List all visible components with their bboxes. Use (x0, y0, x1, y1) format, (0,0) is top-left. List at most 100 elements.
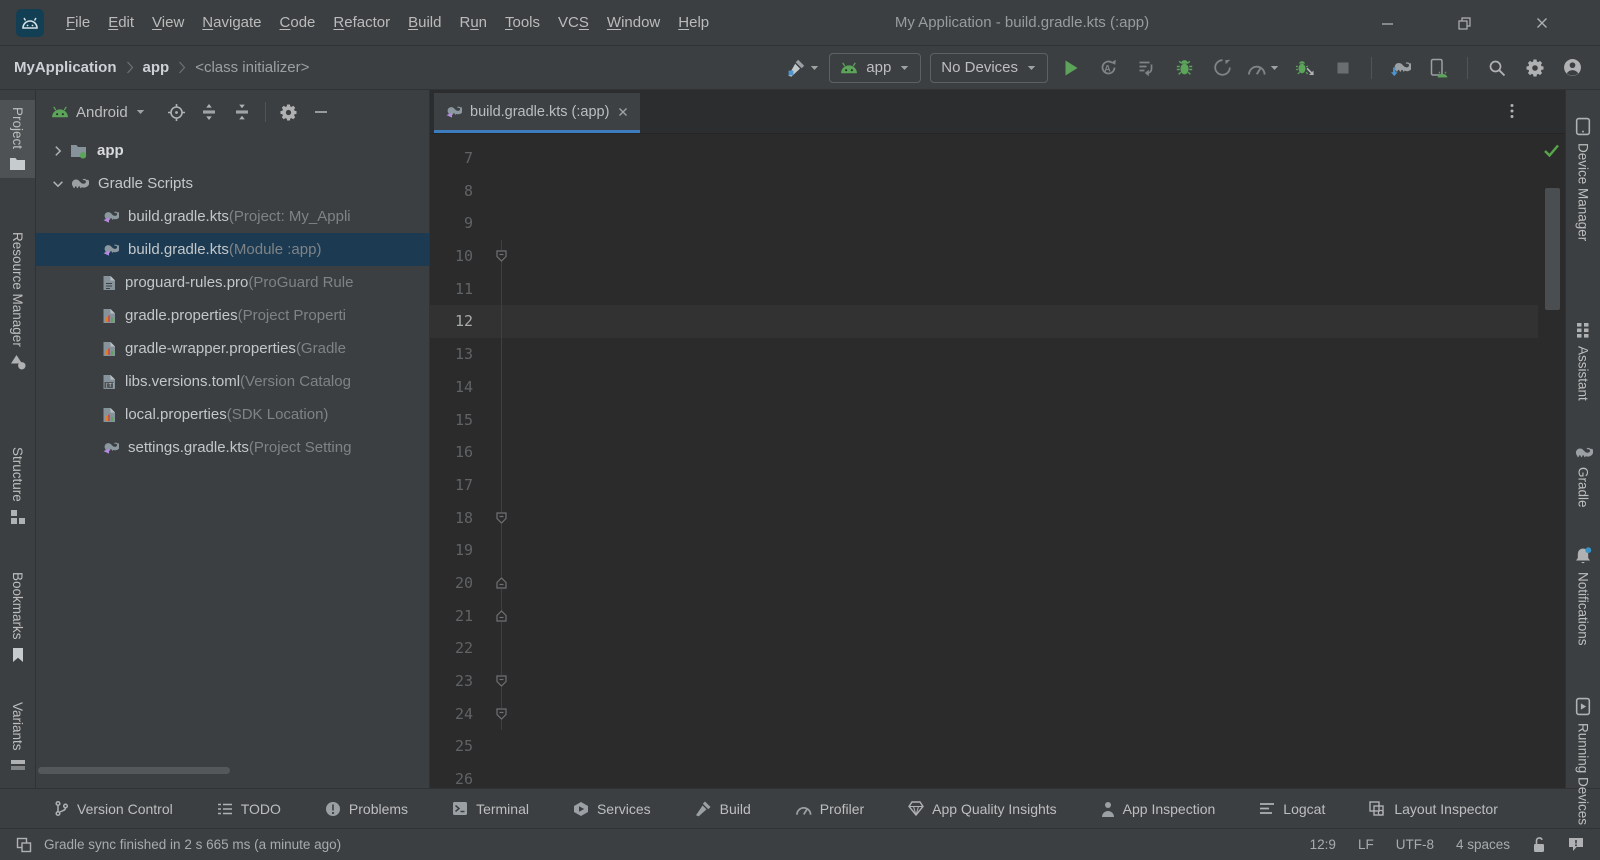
tool-window-quick-access-icon[interactable] (16, 837, 32, 853)
tool-window-button-logcat[interactable]: Logcat (1259, 801, 1325, 817)
tree-item-gradle-scripts[interactable]: Gradle Scripts (36, 167, 429, 200)
code-line-7[interactable]: 7 (430, 142, 1538, 175)
code-line-19[interactable]: 19 (430, 534, 1538, 567)
profiler-button[interactable] (1247, 54, 1280, 81)
stop-button[interactable] (1329, 54, 1356, 81)
tree-item-libs-versions-toml-version-catalog[interactable]: [T] libs.versions.toml (Version Catalog (36, 365, 429, 398)
fold-down-icon[interactable] (495, 250, 507, 263)
run-button[interactable] (1057, 54, 1084, 81)
code-editor[interactable]: 7 8 9 10 11 12 13 14 15 16 17 18 19 20 21 22 23 24 25 26 (430, 134, 1538, 788)
code-line-10[interactable]: 10 (430, 240, 1538, 273)
build-project-button[interactable] (786, 54, 820, 81)
fold-up-icon[interactable] (495, 609, 507, 622)
menu-window[interactable]: Window (598, 9, 669, 36)
search-everywhere-button[interactable] (1483, 54, 1510, 81)
menu-vcs[interactable]: VCS (549, 9, 598, 36)
menu-view[interactable]: View (143, 9, 193, 36)
tree-item-app[interactable]: app (36, 134, 429, 167)
editor-tab-build-gradle[interactable]: build.gradle.kts (:app) (434, 93, 641, 133)
gradle-sync-button[interactable] (1387, 54, 1414, 81)
stripe-tab-structure[interactable]: Structure (0, 440, 35, 532)
breadcrumb-item-class-initializer[interactable]: <class initializer> (195, 59, 309, 76)
line-separator-widget[interactable]: LF (1358, 837, 1374, 852)
menu-help[interactable]: Help (669, 9, 718, 36)
menu-build[interactable]: Build (399, 9, 450, 36)
menu-tools[interactable]: Tools (496, 9, 549, 36)
fold-up-icon[interactable] (495, 576, 507, 589)
device-select[interactable]: No Devices (930, 52, 1048, 83)
chevron-right-icon[interactable] (46, 145, 70, 157)
tree-item-build-gradle-kts-module-app[interactable]: build.gradle.kts (Module :app) (36, 233, 429, 266)
breadcrumb-item-myapplication[interactable]: MyApplication (14, 59, 117, 76)
tree-item-settings-gradle-kts-project-setting[interactable]: settings.gradle.kts (Project Setting (36, 431, 429, 464)
stripe-tab-gradle[interactable]: Gradle (1566, 438, 1600, 515)
code-line-24[interactable]: 24 (430, 697, 1538, 731)
chevron-down-icon[interactable] (46, 178, 70, 190)
stripe-tab-project[interactable]: Project (0, 100, 35, 179)
panel-settings-button[interactable] (275, 99, 302, 126)
menu-navigate[interactable]: Navigate (193, 9, 270, 36)
profile-low-overhead-button[interactable] (1209, 54, 1236, 81)
account-button[interactable] (1559, 54, 1586, 81)
stripe-tab-bookmarks[interactable]: Bookmarks (0, 565, 35, 670)
code-line-12[interactable]: 12 (430, 305, 1538, 339)
run-configuration-select[interactable]: app (829, 52, 922, 83)
close-tab-icon[interactable] (617, 106, 629, 118)
tool-window-button-app-inspection[interactable]: App Inspection (1101, 801, 1215, 817)
inspections-ok-icon[interactable] (1543, 143, 1560, 158)
code-line-11[interactable]: 11 (430, 272, 1538, 306)
attach-debugger-button[interactable] (1291, 54, 1318, 81)
tool-window-button-services[interactable]: Services (573, 801, 651, 817)
tool-window-button-profiler[interactable]: Profiler (795, 801, 864, 817)
tool-window-button-todo[interactable]: TODO (217, 801, 281, 817)
stripe-tab-device-manager[interactable]: Device Manager (1566, 110, 1600, 248)
code-line-13[interactable]: 13 (430, 338, 1538, 371)
stripe-tab-assistant[interactable]: Assistant (1566, 315, 1600, 408)
indent-widget[interactable]: 4 spaces (1456, 837, 1510, 852)
tree-item-gradle-wrapper-properties-gradle[interactable]: gradle-wrapper.properties (Gradle (36, 332, 429, 365)
minimize-button[interactable] (1349, 0, 1426, 46)
code-line-22[interactable]: 22 (430, 632, 1538, 665)
hide-panel-button[interactable] (308, 99, 335, 126)
project-hscrollbar-thumb[interactable] (38, 767, 230, 774)
project-view-selector[interactable]: Android (46, 101, 151, 124)
code-line-8[interactable]: 8 (430, 175, 1538, 208)
collapse-all-button[interactable] (229, 99, 256, 126)
expand-all-button[interactable] (196, 99, 223, 126)
tool-window-button-terminal[interactable]: Terminal (452, 801, 529, 817)
menu-code[interactable]: Code (271, 9, 325, 36)
tool-window-button-problems[interactable]: Problems (325, 801, 408, 817)
fold-down-icon[interactable] (495, 707, 507, 720)
menu-file[interactable]: File (57, 9, 99, 36)
code-line-20[interactable]: 20 (430, 566, 1538, 600)
tool-window-button-app-quality-insights[interactable]: App Quality Insights (908, 801, 1057, 817)
apply-code-changes-button[interactable] (1133, 54, 1160, 81)
fold-down-icon[interactable] (495, 675, 507, 687)
code-line-21[interactable]: 21 (430, 599, 1538, 633)
code-line-23[interactable]: 23 (430, 665, 1538, 698)
restore-button[interactable] (1426, 0, 1503, 46)
code-line-15[interactable]: 15 (430, 403, 1538, 437)
fold-down-icon[interactable] (495, 511, 507, 524)
stripe-tab-running-devices[interactable]: Running Devices (1566, 690, 1600, 832)
stripe-tab-variants[interactable]: Variants (0, 695, 35, 781)
code-line-26[interactable]: 26 (430, 763, 1538, 788)
apply-changes-button[interactable]: A (1095, 54, 1122, 81)
editor-scrollbar-thumb[interactable] (1545, 188, 1560, 310)
notifications-balloon-icon[interactable] (1568, 837, 1584, 852)
tool-window-button-layout-inspector[interactable]: Layout Inspector (1369, 801, 1498, 817)
readonly-lock-icon[interactable] (1532, 836, 1546, 853)
code-line-9[interactable]: 9 (430, 207, 1538, 240)
tool-window-button-build[interactable]: Build (695, 800, 751, 817)
editor-options-kebab-icon[interactable] (1503, 102, 1521, 120)
tree-item-build-gradle-kts-project-my-appli[interactable]: build.gradle.kts (Project: My_Appli (36, 200, 429, 233)
tool-window-button-version-control[interactable]: Version Control (54, 800, 173, 817)
code-line-16[interactable]: 16 (430, 436, 1538, 469)
tree-item-gradle-properties-project-properti[interactable]: gradle.properties (Project Properti (36, 299, 429, 332)
locate-file-button[interactable] (163, 99, 190, 126)
device-manager-button[interactable] (1425, 54, 1452, 81)
stripe-tab-resource-manager[interactable]: Resource Manager (0, 225, 35, 377)
menu-run[interactable]: Run (450, 9, 496, 36)
breadcrumb-item-app[interactable]: app (143, 59, 170, 76)
stripe-tab-notifications[interactable]: Notifications (1566, 540, 1600, 653)
